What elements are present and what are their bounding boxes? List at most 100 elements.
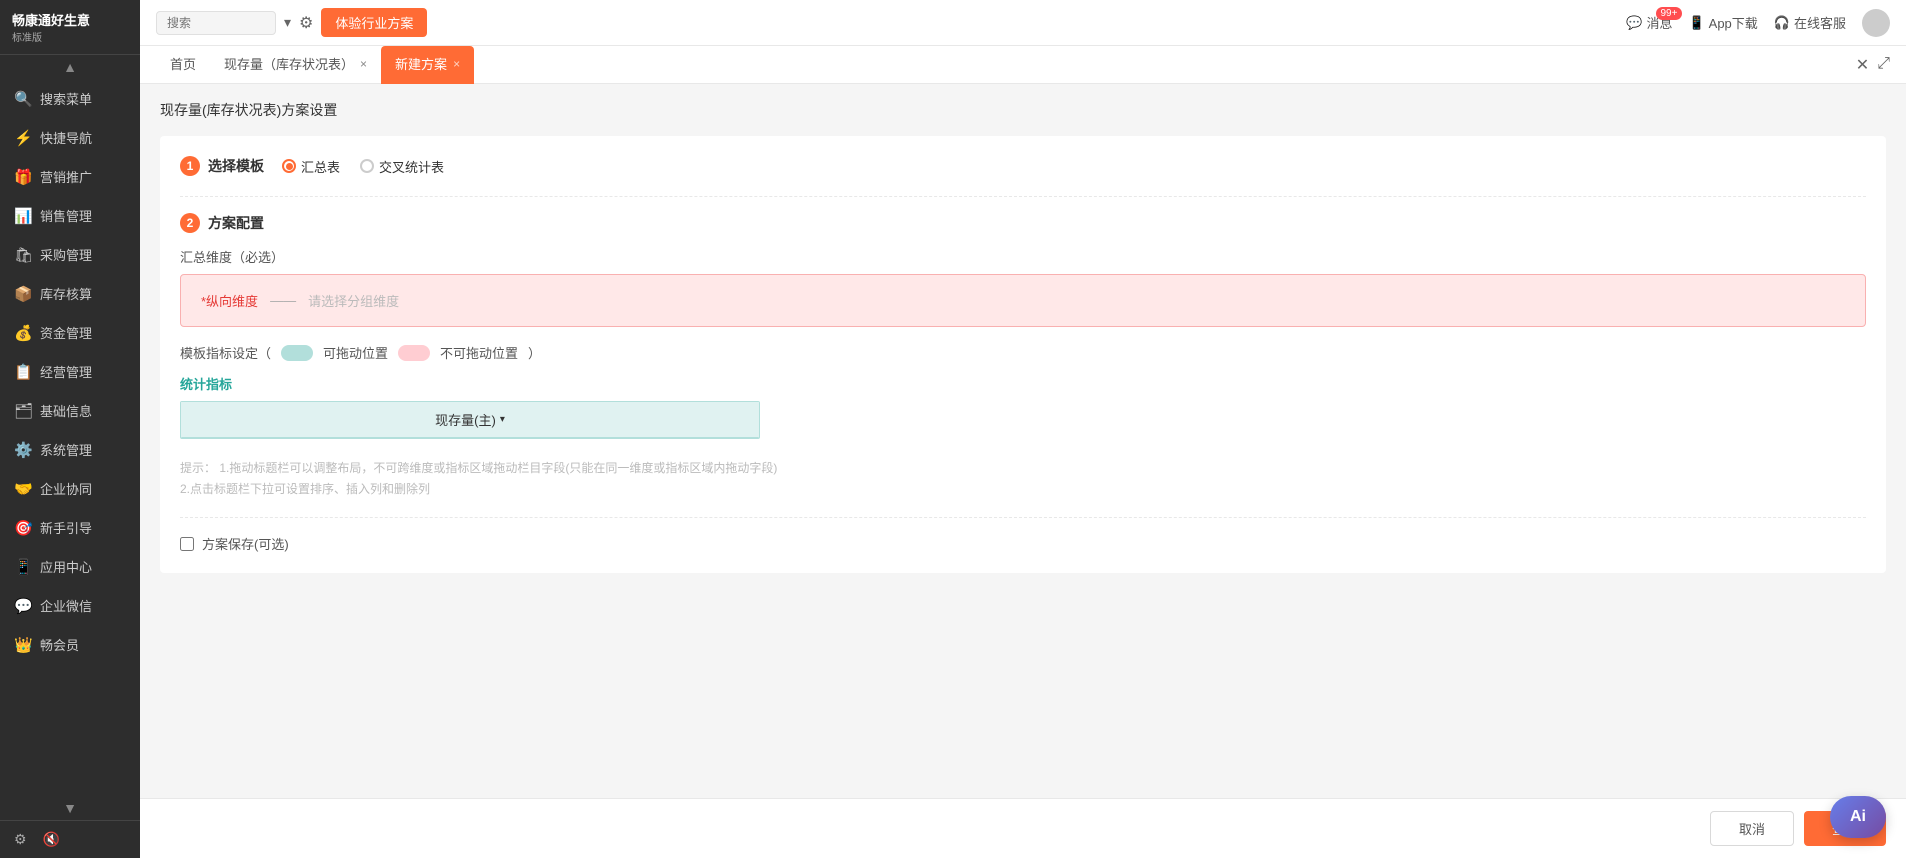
sound-icon[interactable]: 🔇 — [43, 831, 60, 848]
sidebar-logo: 畅康通好生意 标准版 — [0, 0, 140, 55]
gear-icon[interactable]: ⚙ — [299, 13, 313, 33]
sidebar-item-purchase[interactable]: 🛍采购管理 — [0, 235, 140, 274]
close-panel-icon[interactable]: ✕ — [1856, 55, 1869, 75]
radio-cross-circle — [360, 159, 374, 173]
trial-btn[interactable]: 体验行业方案 — [321, 8, 427, 37]
radio-summary[interactable]: 汇总表 — [282, 157, 340, 176]
sidebar-icon-basic-info: 🗂 — [14, 402, 32, 420]
sidebar-icon-system: ⚙️ — [14, 441, 32, 459]
sidebar-item-marketing[interactable]: 🎁营销推广 — [0, 157, 140, 196]
tips-section: 提示： 1.拖动标题栏可以调整布局，不可跨维度或指标区域拖动栏目字段(只能在同一… — [180, 459, 1866, 497]
dimension-dash: —— — [270, 293, 296, 308]
sidebar-icon-member: 👑 — [14, 636, 32, 654]
sidebar-item-quick-nav[interactable]: ⚡ 快捷导航 — [0, 118, 140, 157]
tab-new-plan-close-icon[interactable]: × — [453, 57, 460, 71]
sidebar-item-wechat[interactable]: 💬 企业微信 — [0, 586, 140, 625]
radio-cross[interactable]: 交叉统计表 — [360, 157, 444, 176]
sidebar: 畅康通好生意 标准版 ▲ 🔍搜索菜单 ⚡ 快捷导航 🎁营销推广 📊 销售管理 🛍采购管理📦库… — [0, 0, 140, 858]
stats-col-dropdown-0[interactable]: ▾ — [500, 414, 505, 425]
radio-cross-label: 交叉统计表 — [379, 157, 444, 176]
app-download-label: App下载 — [1709, 13, 1758, 32]
sidebar-label-quick-nav: 快捷导航 — [40, 128, 92, 147]
messages-item[interactable]: 💬 消息 99+ — [1626, 13, 1672, 32]
sidebar-item-basic-info[interactable]: 🗂基础信息 — [0, 391, 140, 430]
sidebar-item-operations[interactable]: 📋经营管理 — [0, 352, 140, 391]
sidebar-icon-operations: 📋 — [14, 363, 32, 381]
step2-title: 方案配置 — [208, 213, 264, 233]
topbar: ▾ ⚙ 体验行业方案 💬 消息 99+ 📱 App下载 🎧 在线客服 — [140, 0, 1906, 46]
online-service-label: 在线客服 — [1794, 13, 1846, 32]
dimension-box: *纵向维度 —— 请选择分组维度 — [180, 274, 1866, 327]
sidebar-icon-quick-nav: ⚡ — [14, 129, 32, 147]
sidebar-icon-sales: 📊 — [14, 207, 32, 225]
sidebar-footer: ⚙ 🔇 — [0, 820, 140, 858]
online-service-item[interactable]: 🎧 在线客服 — [1774, 13, 1846, 32]
dimension-placeholder[interactable]: 请选择分组维度 — [308, 291, 399, 310]
content-area: 现存量(库存状况表)方案设置 1 选择模板 汇总表 交叉统计表 — [140, 84, 1906, 798]
sidebar-icon-purchase: 🛍 — [14, 246, 32, 264]
sidebar-label-system: 系统管理 — [40, 440, 92, 459]
dimension-label: *纵向维度 — [201, 291, 258, 310]
cancel-button[interactable]: 取消 — [1710, 811, 1794, 846]
ai-fab-button[interactable]: Ai — [1830, 796, 1886, 838]
sidebar-label-marketing: 营销推广 — [40, 167, 92, 186]
sidebar-item-search-menu[interactable]: 🔍搜索菜单 — [0, 79, 140, 118]
topbar-right: 💬 消息 99+ 📱 App下载 🎧 在线客服 — [1626, 9, 1890, 37]
tab-inventory-close-icon[interactable]: × — [360, 57, 367, 71]
step1-header: 1 选择模板 汇总表 交叉统计表 — [180, 156, 1866, 176]
step1-badge: 1 — [180, 156, 200, 176]
sidebar-scroll-up[interactable]: ▲ — [0, 55, 140, 79]
sidebar-item-new-guide[interactable]: 🎯新手引导 — [0, 508, 140, 547]
stats-table-data-row — [181, 437, 759, 438]
indicator-setting-row: 模板指标设定（ 可拖动位置 不可拖动位置 ） — [180, 343, 1866, 362]
tab-new-plan-label: 新建方案 — [395, 54, 447, 73]
stats-table: 现存量(主) ▾ — [180, 401, 760, 439]
tab-home[interactable]: 首页 — [156, 46, 210, 84]
sidebar-icon-inventory: 📦 — [14, 285, 32, 303]
tip-2: 2.点击标题栏下拉可设置排序、插入列和删除列 — [180, 480, 1866, 497]
template-radio-group: 汇总表 交叉统计表 — [282, 157, 444, 176]
sidebar-icon-new-guide: 🎯 — [14, 519, 32, 537]
expand-icon[interactable]: ⤢ — [1877, 55, 1890, 75]
non-draggable-badge — [398, 345, 430, 361]
dropdown-icon[interactable]: ▾ — [284, 14, 291, 31]
sidebar-label-cooperation: 企业协同 — [40, 479, 92, 498]
sidebar-icon-cooperation: 🤝 — [14, 480, 32, 498]
save-option: 方案保存(可选) — [180, 534, 1866, 553]
stats-col-label-0: 现存量(主) — [435, 410, 496, 429]
sidebar-item-member[interactable]: 👑 畅会员 — [0, 625, 140, 664]
sidebar-scroll-down[interactable]: ▼ — [0, 796, 140, 820]
divider-1 — [180, 196, 1866, 197]
save-checkbox[interactable] — [180, 537, 194, 551]
stats-col-header-0[interactable]: 现存量(主) ▾ — [181, 402, 759, 437]
search-input[interactable] — [156, 11, 276, 35]
sidebar-item-inventory[interactable]: 📦库存核算 — [0, 274, 140, 313]
indicator-setting-prefix: 模板指标设定（ — [180, 343, 271, 362]
dimension-row: *纵向维度 —— 请选择分组维度 — [201, 291, 1845, 310]
tab-inventory-label: 现存量（库存状况表） — [224, 54, 354, 73]
sidebar-item-finance[interactable]: 💰资金管理 — [0, 313, 140, 352]
indicator-setting-suffix: ） — [528, 343, 541, 362]
home-label: 首页 — [170, 54, 196, 73]
sidebar-label-wechat: 企业微信 — [40, 596, 92, 615]
sidebar-label-member: 畅会员 — [40, 635, 79, 654]
sidebar-item-system[interactable]: ⚙️ 系统管理 — [0, 430, 140, 469]
tab-new-plan[interactable]: 新建方案 × — [381, 46, 474, 84]
topbar-left: ▾ ⚙ 体验行业方案 — [156, 8, 1614, 37]
sidebar-icon-wechat: 💬 — [14, 597, 32, 615]
sidebar-label-sales: 销售管理 — [40, 206, 92, 225]
sidebar-item-sales[interactable]: 📊 销售管理 — [0, 196, 140, 235]
sidebar-item-cooperation[interactable]: 🤝 企业协同 — [0, 469, 140, 508]
sidebar-nav: 🔍搜索菜单 ⚡ 快捷导航 🎁营销推广 📊 销售管理 🛍采购管理📦库存核算💰资金管理📋经营管理… — [0, 79, 140, 796]
settings-icon[interactable]: ⚙ — [14, 831, 27, 848]
sidebar-icon-search-menu: 🔍 — [14, 90, 32, 108]
avatar[interactable] — [1862, 9, 1890, 37]
tabs-actions: ✕ ⤢ — [1856, 55, 1890, 75]
sidebar-item-app-center[interactable]: 📱应用中心 — [0, 547, 140, 586]
sidebar-icon-app-center: 📱 — [14, 558, 32, 576]
radio-summary-label: 汇总表 — [301, 157, 340, 176]
app-name: 畅康通好生意 — [12, 10, 128, 29]
bottom-bar: 取消 查询 — [140, 798, 1906, 858]
tab-inventory-status[interactable]: 现存量（库存状况表） × — [210, 46, 381, 84]
app-download-item[interactable]: 📱 App下载 — [1688, 13, 1757, 32]
